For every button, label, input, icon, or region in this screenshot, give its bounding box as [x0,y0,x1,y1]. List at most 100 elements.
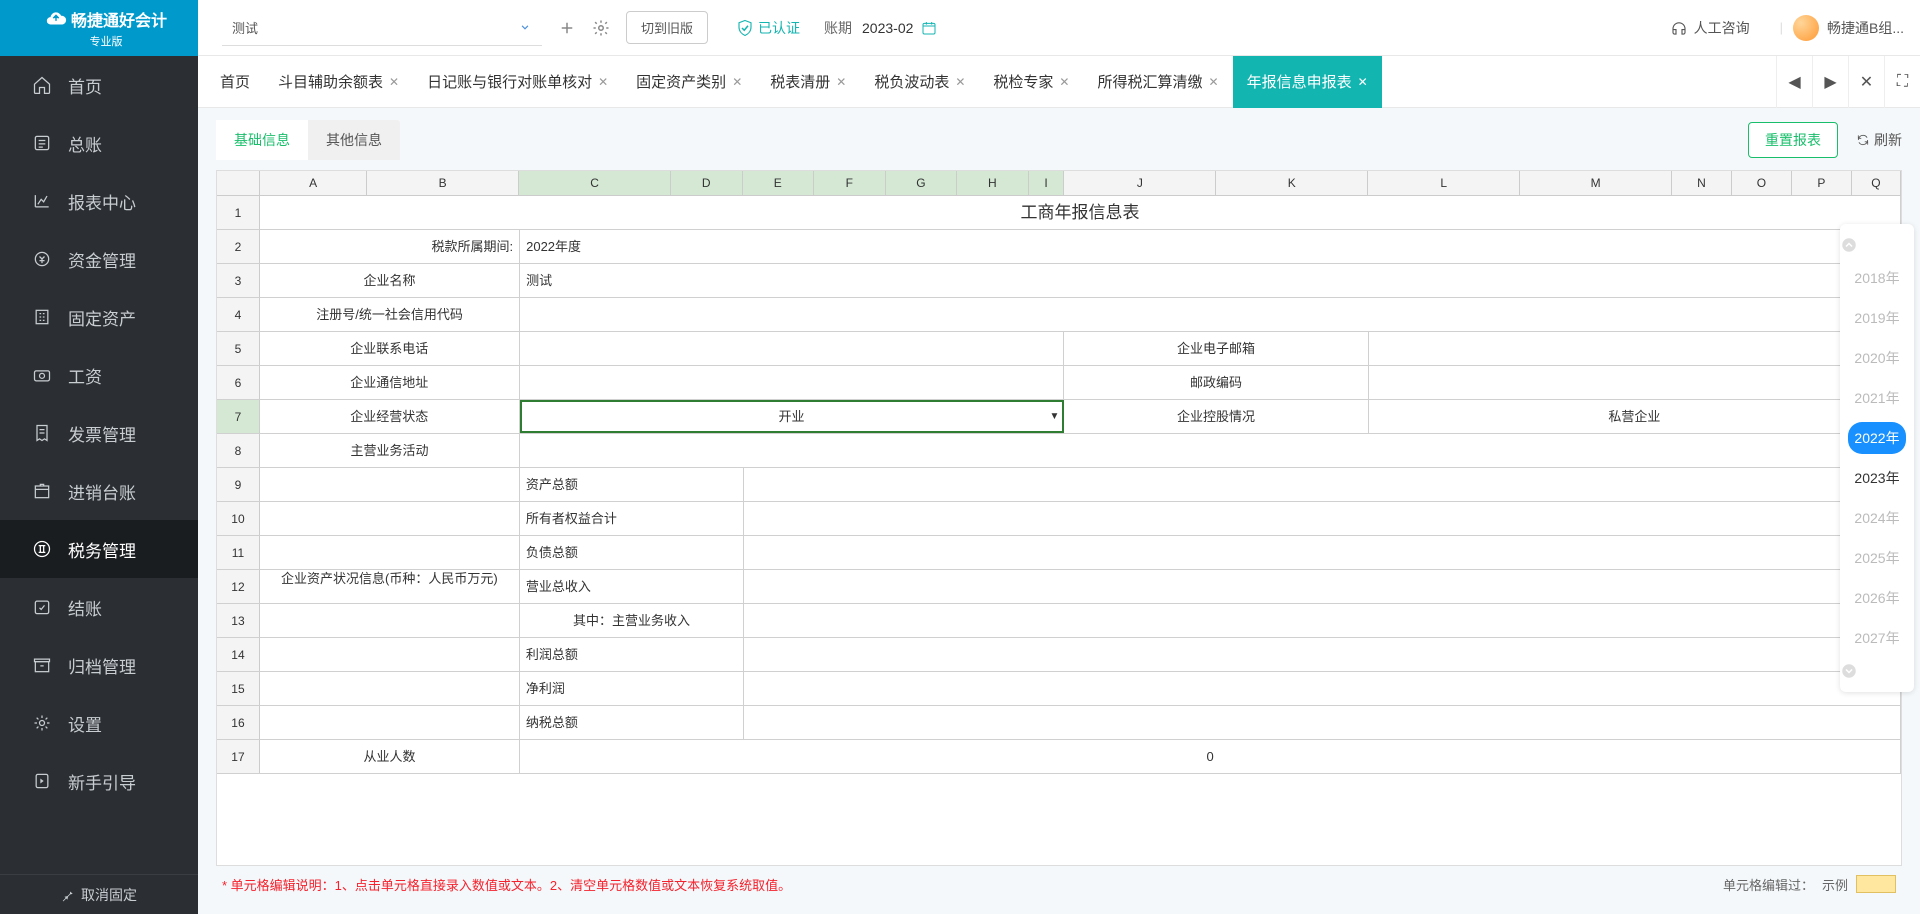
cell[interactable] [520,298,1901,331]
sidebar-item-tax[interactable]: 税务管理 [0,520,198,578]
col-header[interactable]: C [519,171,671,195]
cell[interactable]: 邮政编码 [1064,366,1368,399]
close-icon[interactable]: ✕ [389,75,399,89]
col-header[interactable]: L [1368,171,1520,195]
close-icon[interactable]: ✕ [1358,75,1368,89]
cell[interactable]: 所有者权益合计 [520,502,744,535]
tabs-close-icon[interactable]: ✕ [1848,56,1884,108]
sidebar-item-home[interactable]: 首页 [0,56,198,114]
close-icon[interactable]: ✕ [598,75,608,89]
cell[interactable]: 注册号/统一社会信用代码 [260,298,520,331]
row-header[interactable]: 17 [217,740,260,773]
col-header[interactable]: H [957,171,1029,195]
row-header[interactable]: 16 [217,706,260,739]
cell[interactable]: 测试 [520,264,1901,297]
cell[interactable] [260,706,520,739]
sidebar-item-guide[interactable]: 新手引导 [0,752,198,810]
col-header[interactable]: D [671,171,743,195]
cell[interactable] [744,672,1901,705]
col-header[interactable]: B [367,171,519,195]
sidebar-item-archive[interactable]: 归档管理 [0,636,198,694]
cell[interactable]: 主营业务活动 [260,434,520,467]
year-item[interactable]: 2025年 [1840,538,1914,578]
year-item[interactable]: 2021年 [1840,378,1914,418]
row-header[interactable]: 4 [217,298,260,331]
tab[interactable]: 税负波动表✕ [860,56,979,108]
cell[interactable] [260,638,520,671]
cell[interactable] [260,604,520,637]
close-icon[interactable]: ✕ [1209,75,1219,89]
cell[interactable] [1369,332,1901,365]
year-item[interactable]: 2024年 [1840,498,1914,538]
cell[interactable]: 企业通信地址 [260,366,520,399]
cell[interactable] [744,536,1901,569]
cell[interactable]: 营业总收入 [520,570,744,603]
row-header[interactable]: 8 [217,434,260,467]
year-up-icon[interactable] [1840,232,1914,258]
company-selector[interactable]: 测试 [222,10,542,46]
row-header[interactable]: 9 [217,468,260,501]
unpin-button[interactable]: 取消固定 [0,874,198,914]
row-header[interactable]: 10 [217,502,260,535]
cell[interactable] [1369,366,1901,399]
sidebar-item-chart[interactable]: 报表中心 [0,172,198,230]
cell[interactable]: 开业▼ [520,400,1065,433]
year-item[interactable]: 2026年 [1840,578,1914,618]
row-header[interactable]: 13 [217,604,260,637]
tabs-next-icon[interactable]: ▶ [1812,56,1848,108]
tabs-prev-icon[interactable]: ◀ [1776,56,1812,108]
period-value[interactable]: 2023-02 [862,20,913,36]
year-item[interactable]: 2020年 [1840,338,1914,378]
row-header[interactable]: 3 [217,264,260,297]
row-header[interactable]: 1 [217,196,260,229]
row-header[interactable]: 15 [217,672,260,705]
cell[interactable]: 企业电子邮箱 [1064,332,1368,365]
sidebar-item-close-period[interactable]: 结账 [0,578,198,636]
cell[interactable] [744,638,1901,671]
col-header[interactable]: E [743,171,815,195]
row-header[interactable]: 12 [217,570,260,603]
col-header[interactable]: K [1216,171,1368,195]
col-header[interactable]: G [886,171,958,195]
cell[interactable]: 纳税总额 [520,706,744,739]
sub-tab[interactable]: 其他信息 [308,120,400,160]
tab[interactable]: 首页 [206,56,264,108]
cell[interactable]: 税款所属期间: [260,230,520,263]
year-down-icon[interactable] [1840,658,1914,684]
row-header[interactable]: 5 [217,332,260,365]
tab[interactable]: 斗目辅助余额表✕ [264,56,413,108]
year-item[interactable]: 2027年 [1840,618,1914,658]
cell[interactable] [260,672,520,705]
sidebar-item-invoice[interactable]: 发票管理 [0,404,198,462]
gear-icon[interactable] [592,19,610,37]
tab[interactable]: 税检专家✕ [979,56,1083,108]
sidebar-item-settings[interactable]: 设置 [0,694,198,752]
sidebar-item-building[interactable]: 固定资产 [0,288,198,346]
cell[interactable]: 资产总额 [520,468,744,501]
tabs-expand-icon[interactable]: ⛶ [1884,56,1920,108]
cell[interactable]: 其中：主营业务收入 [520,604,744,637]
user-name[interactable]: 畅捷通B组... [1827,18,1904,38]
row-header[interactable]: 11 [217,536,260,569]
col-header[interactable]: I [1029,171,1065,195]
cell[interactable] [260,536,520,569]
col-header[interactable]: F [814,171,886,195]
cell[interactable] [260,468,520,501]
cell[interactable]: 2022年度 [520,230,1901,263]
cell[interactable] [744,604,1901,637]
switch-old-version-button[interactable]: 切到旧版 [626,11,708,44]
year-item[interactable]: 2019年 [1840,298,1914,338]
cell[interactable]: 企业名称 [260,264,520,297]
tab[interactable]: 所得税汇算清缴✕ [1083,56,1232,108]
close-icon[interactable]: ✕ [1059,75,1069,89]
tab[interactable]: 税表清册✕ [756,56,860,108]
cell[interactable]: 企业联系电话 [260,332,520,365]
cell[interactable] [744,706,1901,739]
sidebar-item-salary[interactable]: 工资 [0,346,198,404]
row-header[interactable]: 14 [217,638,260,671]
sheet-scrollbar-h[interactable] [219,845,1877,865]
spreadsheet[interactable]: ABCDEFGHIJKLMNOPQ1工商年报信息表2税款所属期间:2022年度3… [216,170,1902,866]
tab[interactable]: 日记账与银行对账单核对✕ [413,56,622,108]
cell[interactable]: 企业资产状况信息(币种：人民币万元) [260,570,520,603]
avatar[interactable] [1793,15,1819,41]
